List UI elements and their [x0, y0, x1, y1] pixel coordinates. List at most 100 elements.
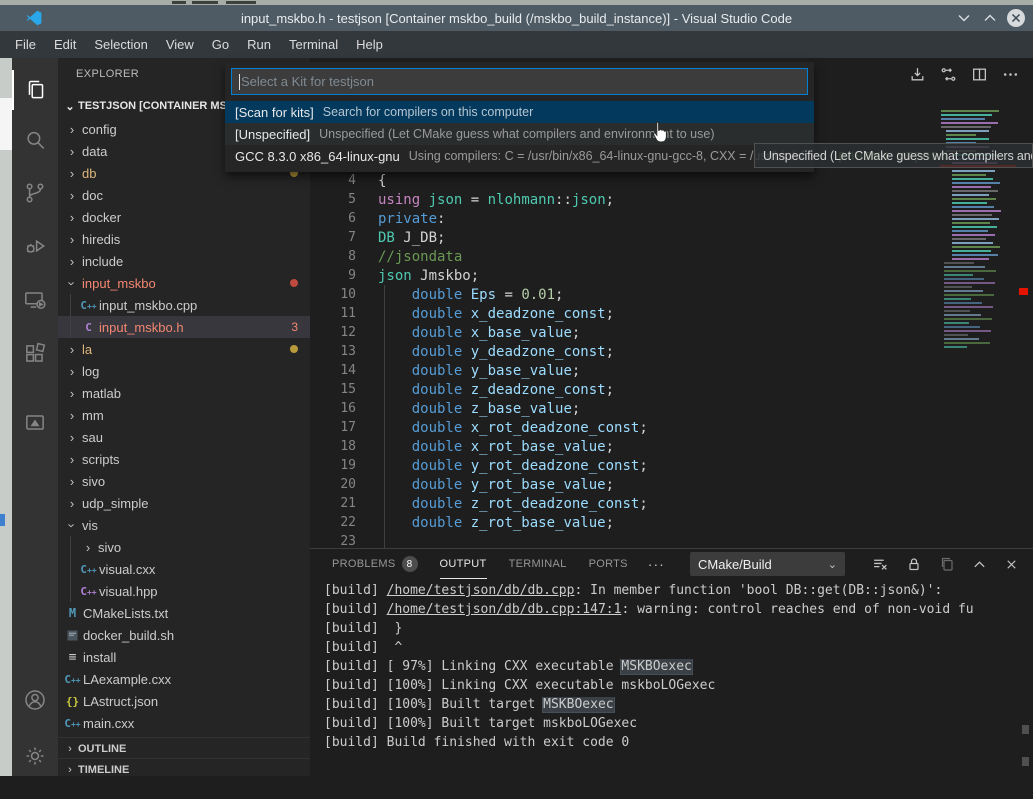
line-number[interactable]: 13 — [310, 344, 356, 359]
tree-item-hiredis[interactable]: › hiredis — [58, 228, 310, 250]
line-number[interactable]: 17 — [310, 420, 356, 435]
tree-item-input-mskbo-cpp[interactable]: C++ input_mskbo.cpp — [58, 294, 310, 316]
tree-item-input-mskbo-h[interactable]: Cinput_mskbo.h 3 — [58, 316, 310, 338]
line-number[interactable]: 5 — [310, 192, 356, 207]
menu-item-selection[interactable]: Selection — [85, 31, 156, 58]
menu-item-help[interactable]: Help — [347, 31, 392, 58]
tree-item-la[interactable]: › la — [58, 338, 310, 360]
kit-option-3[interactable]: GCC 8.3.0 x86_64-linux-gnu Using compiler… — [225, 145, 814, 167]
panel-tab-ports[interactable]: PORTS — [589, 549, 628, 579]
line-number[interactable]: 19 — [310, 458, 356, 473]
code-line-6[interactable]: 6 private: — [310, 209, 940, 228]
tree-item-doc[interactable]: › doc — [58, 184, 310, 206]
line-number[interactable]: 12 — [310, 325, 356, 340]
tree-item-include[interactable]: › include — [58, 250, 310, 272]
download-icon[interactable] — [909, 66, 926, 83]
tree-item-install[interactable]: ≡ install — [58, 646, 310, 668]
panel-tab-output[interactable]: OUTPUT — [439, 549, 487, 579]
switch-header-source-icon[interactable] — [940, 66, 957, 83]
line-number[interactable]: 11 — [310, 306, 356, 321]
maximize-panel-icon[interactable] — [972, 557, 987, 572]
line-number[interactable]: 20 — [310, 477, 356, 492]
code-line-13[interactable]: 13 double y_deadzone_const; — [310, 342, 940, 361]
tree-item-docker[interactable]: › docker — [58, 206, 310, 228]
code-line-21[interactable]: 21 double z_rot_deadzone_const; — [310, 494, 940, 513]
panel-more-icon[interactable]: ··· — [648, 556, 665, 572]
code-line-8[interactable]: 8//jsondata — [310, 247, 940, 266]
minimize-icon[interactable] — [955, 9, 973, 27]
menu-item-view[interactable]: View — [157, 31, 203, 58]
maximize-icon[interactable] — [981, 9, 999, 27]
timeline-section[interactable]: › TIMELINE — [58, 758, 310, 780]
tree-item-log[interactable]: › log — [58, 360, 310, 382]
search-icon[interactable] — [12, 120, 58, 160]
run-and-debug-icon[interactable] — [12, 226, 58, 266]
tree-item-visual-hpp[interactable]: C++ visual.hpp — [58, 580, 310, 602]
panel-tab-terminal[interactable]: TERMINAL — [509, 549, 567, 579]
menu-item-edit[interactable]: Edit — [45, 31, 85, 58]
open-output-in-editor-icon[interactable] — [939, 556, 955, 572]
tree-item-input-mskbo[interactable]: › input_mskbo — [58, 272, 310, 294]
line-number[interactable]: 16 — [310, 401, 356, 416]
tree-item-scripts[interactable]: › scripts — [58, 448, 310, 470]
menu-item-file[interactable]: File — [6, 31, 45, 58]
code-line-10[interactable]: 10 double Eps = 0.01; — [310, 285, 940, 304]
code-line-14[interactable]: 14 double y_base_value; — [310, 361, 940, 380]
tree-item-matlab[interactable]: › matlab — [58, 382, 310, 404]
tree-item-sivo[interactable]: › sivo — [58, 536, 310, 558]
code-line-15[interactable]: 15 double z_deadzone_const; — [310, 380, 940, 399]
code-line-19[interactable]: 19 double y_rot_deadzone_const; — [310, 456, 940, 475]
code-line-16[interactable]: 16 double z_base_value; — [310, 399, 940, 418]
quick-pick-input[interactable]: Select a Kit for testjson — [231, 68, 808, 95]
tree-item-sau[interactable]: › sau — [58, 426, 310, 448]
tree-item-docker-build-sh[interactable]: docker_build.sh — [58, 624, 310, 646]
code-line-18[interactable]: 18 double x_rot_base_value; — [310, 437, 940, 456]
line-number[interactable]: 23 — [310, 534, 356, 548]
menu-item-run[interactable]: Run — [238, 31, 280, 58]
output-channel-select[interactable]: CMake/Build ⌄ — [690, 552, 845, 576]
panel-tab-problems[interactable]: PROBLEMS 8 — [332, 549, 418, 579]
settings-gear-icon[interactable] — [12, 736, 58, 776]
code-line-22[interactable]: 22 double z_rot_base_value; — [310, 513, 940, 532]
line-number[interactable]: 15 — [310, 382, 356, 397]
line-number[interactable]: 9 — [310, 268, 356, 283]
line-number[interactable]: 14 — [310, 363, 356, 378]
line-number[interactable]: 10 — [310, 287, 356, 302]
tree-item-laexample-cxx[interactable]: C++ LAexample.cxx — [58, 668, 310, 690]
source-control-icon[interactable] — [12, 173, 58, 213]
file-link[interactable]: /home/testjson/db/db.cpp — [387, 583, 575, 598]
line-number[interactable]: 21 — [310, 496, 356, 511]
tree-item-main-cxx[interactable]: C++ main.cxx — [58, 712, 310, 734]
tree-item-visual-cxx[interactable]: C++ visual.cxx — [58, 558, 310, 580]
code-line-20[interactable]: 20 double y_rot_base_value; — [310, 475, 940, 494]
line-number[interactable]: 7 — [310, 230, 356, 245]
code-line-23[interactable]: 23 — [310, 532, 940, 548]
line-number[interactable]: 8 — [310, 249, 356, 264]
line-number[interactable]: 6 — [310, 211, 356, 226]
kit-option-2[interactable]: [Unspecified] Unspecified (Let CMake gues… — [225, 123, 814, 145]
menu-item-terminal[interactable]: Terminal — [280, 31, 347, 58]
tree-item-mm[interactable]: › mm — [58, 404, 310, 426]
file-link[interactable]: /home/testjson/db/db.cpp:147:1 — [387, 602, 622, 617]
close-icon[interactable] — [1007, 9, 1025, 27]
code-area[interactable]: 4{5 using json = nlohmann::json; 6 private:… — [310, 171, 940, 549]
code-line-9[interactable]: 9 json Jmskbo; — [310, 266, 940, 285]
menu-item-go[interactable]: Go — [203, 31, 238, 58]
code-line-4[interactable]: 4{ — [310, 171, 940, 190]
code-line-12[interactable]: 12 double x_base_value; — [310, 323, 940, 342]
tree-item-vis[interactable]: › vis — [58, 514, 310, 536]
close-panel-icon[interactable] — [1004, 557, 1019, 572]
clear-output-icon[interactable] — [872, 556, 889, 573]
tree-item-sivo[interactable]: › sivo — [58, 470, 310, 492]
more-actions-icon[interactable] — [1002, 66, 1019, 83]
extensions-icon[interactable] — [12, 334, 58, 374]
output-log[interactable]: [build] /home/testjson/db/db.cpp: In mem… — [324, 583, 1024, 754]
remote-explorer-icon[interactable] — [12, 280, 58, 320]
outline-section[interactable]: › OUTLINE — [58, 737, 310, 759]
tree-item-lastruct-json[interactable]: {} LAstruct.json — [58, 690, 310, 712]
line-number[interactable]: 4 — [310, 173, 356, 188]
explorer-icon[interactable] — [12, 70, 58, 110]
code-line-17[interactable]: 17 double x_rot_deadzone_const; — [310, 418, 940, 437]
account-icon[interactable] — [12, 680, 58, 720]
split-editor-icon[interactable] — [971, 66, 988, 83]
